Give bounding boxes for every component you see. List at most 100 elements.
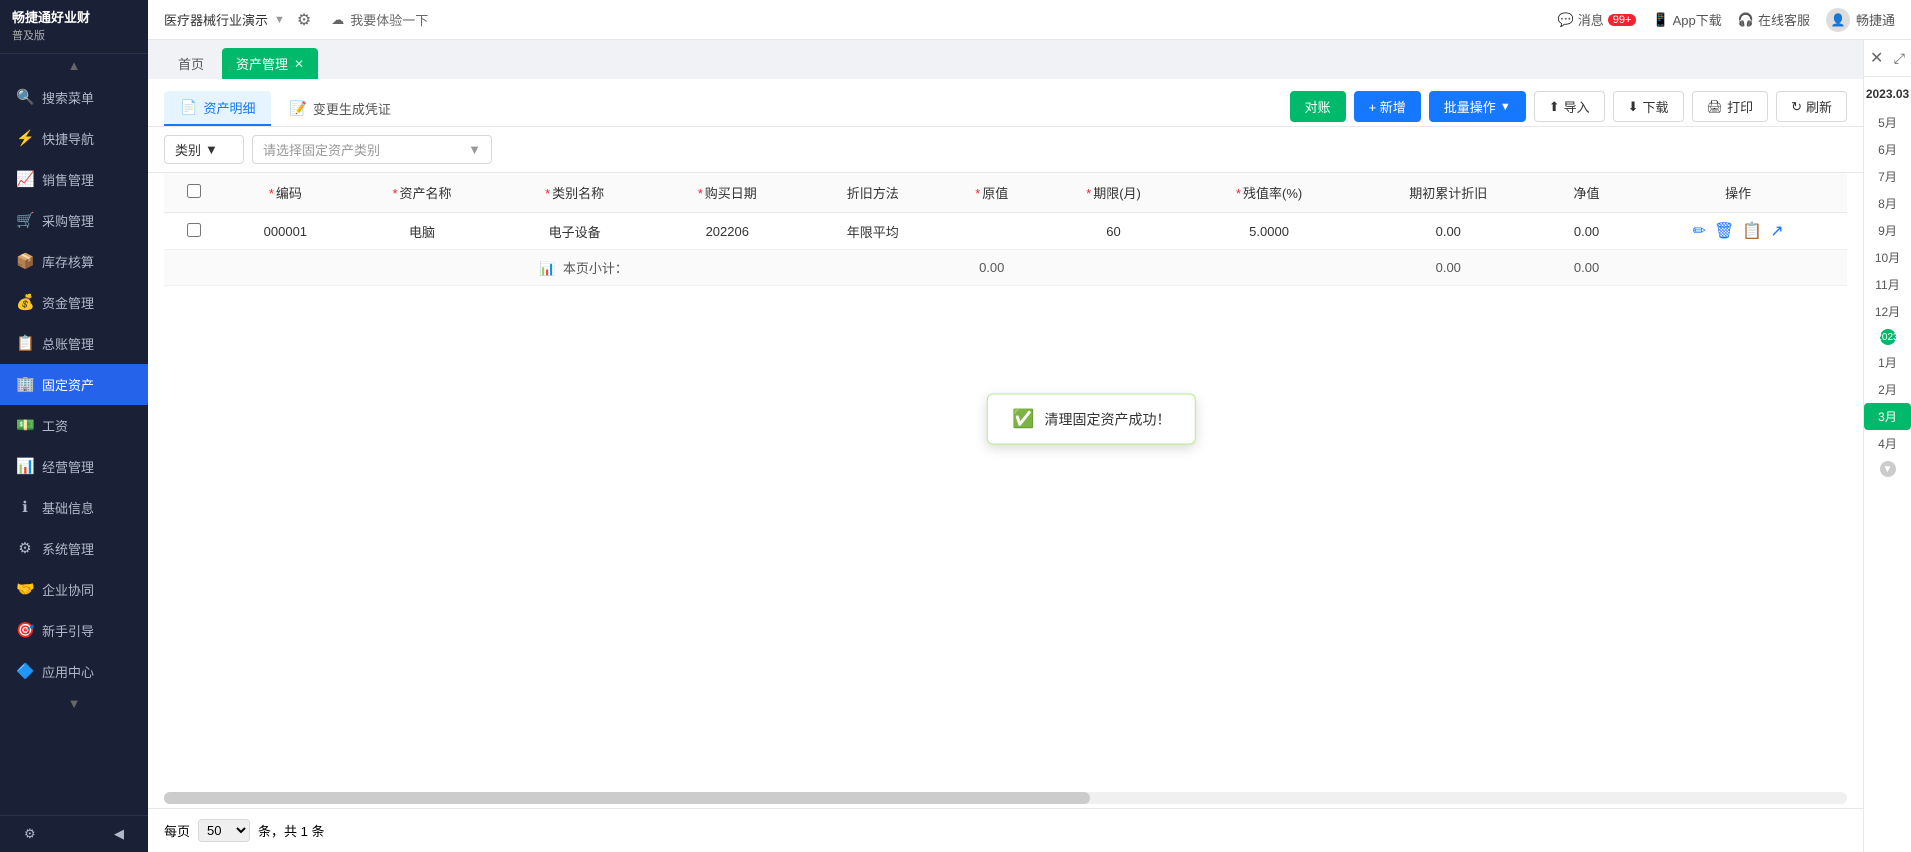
right-panel-expand-icon[interactable]: ⤢ <box>1894 50 1905 67</box>
new-button[interactable]: + 新增 <box>1354 91 1421 122</box>
download-button[interactable]: ⬇ 下载 <box>1613 91 1684 122</box>
purchase-icon: 🛒 <box>16 211 34 229</box>
copy-icon[interactable]: 📋 <box>1742 221 1762 241</box>
inner-page: 📄 资产明细 📝 变更生成凭证 对账 + 新增 批量操作 ▼ <box>148 79 1863 852</box>
month-9[interactable]: 9月 <box>1864 217 1911 244</box>
col-net-value: 净值 <box>1544 173 1629 213</box>
tab-close-icon[interactable]: ✕ <box>294 57 304 71</box>
sidebar-collapse[interactable]: ◀ <box>98 816 140 852</box>
asset-detail-icon: 📄 <box>180 99 197 116</box>
sidebar-item-fixed-assets[interactable]: 🏢 固定资产 <box>0 364 148 405</box>
col-purchase-date: *购买日期 <box>651 173 804 213</box>
topbar-experience[interactable]: ☁ 我要体验一下 <box>331 10 428 29</box>
tab-asset-management[interactable]: 资产管理 ✕ <box>222 48 318 79</box>
month-2[interactable]: 2月 <box>1864 376 1911 403</box>
sidebar-item-basic-info[interactable]: ℹ 基础信息 <box>0 487 148 528</box>
sidebar-item-purchase[interactable]: 🛒 采购管理 <box>0 200 148 241</box>
month-1[interactable]: 1月 <box>1864 349 1911 376</box>
sidebar-scroll-up[interactable]: ▲ <box>0 54 148 77</box>
sidebar-item-payroll[interactable]: 💵 工资 <box>0 405 148 446</box>
cloud-icon: ☁ <box>331 12 344 28</box>
online-service-btn[interactable]: 🎧 在线客服 <box>1738 10 1810 29</box>
category-type-select[interactable]: 类别 ▼ <box>164 135 244 164</box>
fixed-assets-icon: 🏢 <box>16 375 34 393</box>
settings-icon: ⚙ <box>24 826 36 842</box>
sidebar-item-appstore[interactable]: 🔷 应用中心 <box>0 651 148 692</box>
toast-message: 清理固定资产成功！ <box>1044 409 1170 429</box>
cell-residual-rate: 5.0000 <box>1185 213 1352 250</box>
col-period: *期限(月) <box>1042 173 1186 213</box>
tab-home[interactable]: 首页 <box>164 48 218 79</box>
col-initial-accumulated: 期初累计折旧 <box>1353 173 1544 213</box>
sidebar-scroll-down[interactable]: ▼ <box>0 692 148 715</box>
per-page-select[interactable]: 50 100 200 <box>198 819 250 842</box>
expand-down-icon[interactable]: ▼ <box>1880 461 1896 477</box>
table-row: 000001 电脑 电子设备 202206 年限平均 60 5.0000 0.0… <box>164 213 1847 250</box>
select-all-checkbox[interactable] <box>187 184 201 198</box>
year-label: 2023.03 <box>1860 83 1911 105</box>
app-download-btn[interactable]: 📱 App下载 <box>1652 10 1721 29</box>
month-11[interactable]: 11月 <box>1864 271 1911 298</box>
sidebar-item-guide[interactable]: 🎯 新手引导 <box>0 610 148 651</box>
month-10[interactable]: 10月 <box>1864 244 1911 271</box>
cell-purchase-date: 202206 <box>651 213 804 250</box>
app-edition: 普及版 <box>12 27 90 43</box>
asset-table: *编码 *资产名称 *类别名称 *购买日期 折旧方法 *原值 *期限(月) *残… <box>164 173 1847 286</box>
cell-code: 000001 <box>225 213 346 250</box>
col-code: *编码 <box>225 173 346 213</box>
month-8[interactable]: 8月 <box>1864 190 1911 217</box>
batch-ops-button[interactable]: 批量操作 ▼ <box>1429 91 1526 122</box>
reconcile-button[interactable]: 对账 <box>1290 91 1346 122</box>
month-7[interactable]: 7月 <box>1864 163 1911 190</box>
category-value-select[interactable]: 请选择固定资产类别 ▼ <box>252 135 492 164</box>
sidebar-item-inventory[interactable]: 📦 库存核算 <box>0 241 148 282</box>
scrollbar-thumb[interactable] <box>164 792 1090 804</box>
company-arrow-icon: ▼ <box>274 14 285 26</box>
message-btn[interactable]: 💬 消息 99+ <box>1558 10 1637 29</box>
row-checkbox[interactable] <box>187 223 201 237</box>
subtab-asset-detail[interactable]: 📄 资产明细 <box>164 91 271 126</box>
sidebar-settings[interactable]: ⚙ <box>8 816 52 852</box>
import-button[interactable]: ⬆ 导入 <box>1534 91 1605 122</box>
month-12[interactable]: 12月 <box>1864 298 1911 325</box>
cell-name: 电脑 <box>346 213 499 250</box>
edit-icon[interactable]: ✏ <box>1693 221 1706 241</box>
sidebar-item-system[interactable]: ⚙ 系统管理 <box>0 528 148 569</box>
print-button[interactable]: 🖨 打印 <box>1692 91 1769 122</box>
sidebar-item-funds[interactable]: 💰 资金管理 <box>0 282 148 323</box>
sidebar-bottom: ⚙ ◀ <box>0 815 148 852</box>
download-icon: 📱 <box>1652 12 1668 28</box>
month-5[interactable]: 5月 <box>1864 109 1911 136</box>
user-menu[interactable]: 👤 畅捷通 <box>1826 8 1895 32</box>
month-6[interactable]: 6月 <box>1864 136 1911 163</box>
system-icon: ⚙ <box>16 539 34 557</box>
sidebar-item-quicknav[interactable]: ⚡ 快捷导航 <box>0 118 148 159</box>
right-panel-close-icon[interactable]: ✕ <box>1870 48 1883 68</box>
horizontal-scrollbar[interactable] <box>164 792 1847 804</box>
topbar-settings-icon[interactable]: ⚙ <box>297 10 311 30</box>
table-wrap: *编码 *资产名称 *类别名称 *购买日期 折旧方法 *原值 *期限(月) *残… <box>148 173 1863 788</box>
filter-arrow-icon: ▼ <box>205 142 218 157</box>
month-4[interactable]: 4月 <box>1864 430 1911 457</box>
col-name: *资产名称 <box>346 173 499 213</box>
sidebar-item-management[interactable]: 📊 经营管理 <box>0 446 148 487</box>
sidebar-item-ledger[interactable]: 📋 总账管理 <box>0 323 148 364</box>
refresh-icon: ↻ <box>1791 99 1802 115</box>
per-page-label: 每页 <box>164 821 190 840</box>
cell-depreciation: 年限平均 <box>804 213 942 250</box>
sidebar: 畅捷通好业财 普及版 ▲ 🔍 搜索菜单 ⚡ 快捷导航 📈 销售管理 🛒 采购管理… <box>0 0 148 852</box>
app-name: 畅捷通好业财 <box>12 10 90 27</box>
sidebar-item-sales[interactable]: 📈 销售管理 <box>0 159 148 200</box>
sidebar-item-collab[interactable]: 🤝 企业协同 <box>0 569 148 610</box>
col-original-value: *原值 <box>942 173 1042 213</box>
year-2023-badge[interactable]: 2023 <box>1880 329 1896 345</box>
company-selector[interactable]: 医疗器械行业演示 ▼ <box>164 10 285 29</box>
download-icon: ⬇ <box>1628 99 1639 115</box>
delete-icon[interactable]: 🗑 <box>1714 221 1734 241</box>
refresh-button[interactable]: ↻ 刷新 <box>1776 91 1847 122</box>
sidebar-item-search[interactable]: 🔍 搜索菜单 <box>0 77 148 118</box>
payroll-icon: 💵 <box>16 416 34 434</box>
more-icon[interactable]: ↗ <box>1770 221 1783 241</box>
month-3-current[interactable]: 3月 <box>1864 403 1911 430</box>
subtab-change-voucher[interactable]: 📝 变更生成凭证 <box>273 91 406 126</box>
